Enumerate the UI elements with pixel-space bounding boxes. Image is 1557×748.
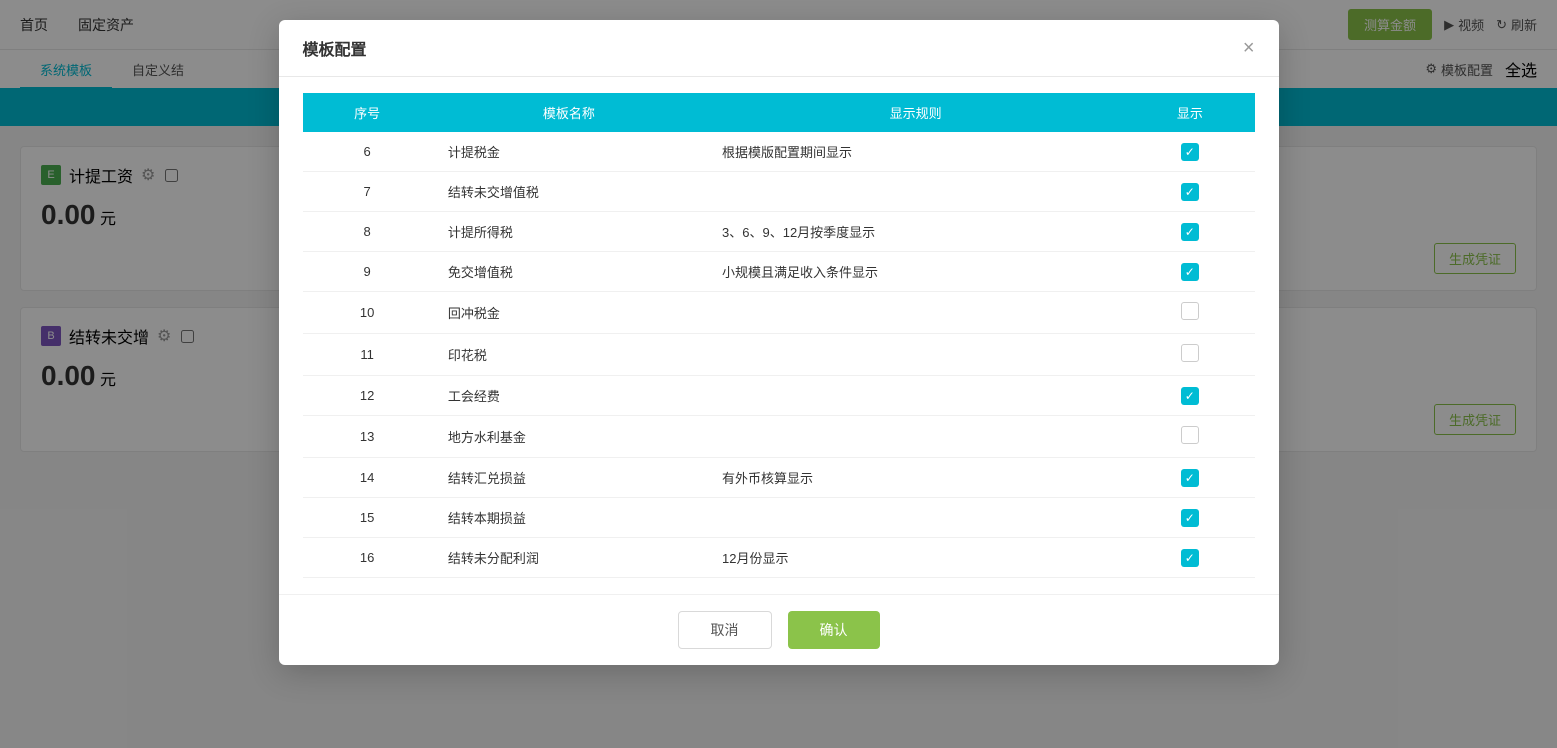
- checkbox-checked[interactable]: ✓: [1181, 223, 1199, 241]
- cell-rule: [706, 292, 1125, 334]
- modal-table-head: 序号 模板名称 显示规则 显示: [303, 93, 1255, 132]
- cell-index: 12: [303, 376, 432, 416]
- checkbox-checked[interactable]: ✓: [1181, 549, 1199, 567]
- cell-display[interactable]: ✓: [1125, 212, 1254, 252]
- cell-rule: 根据模版配置期间显示: [706, 132, 1125, 172]
- table-row: 12工会经费 ✓: [303, 376, 1255, 416]
- cell-name: 地方水利基金: [432, 416, 706, 458]
- modal-footer: 取消 确认: [279, 594, 1279, 665]
- cell-display[interactable]: [1125, 292, 1254, 334]
- modal-overlay: 模板配置 × 序号 模板名称 显示规则 显示 6计提税金根据模版配置期间显示✓7…: [0, 0, 1557, 748]
- modal-template-config: 模板配置 × 序号 模板名称 显示规则 显示 6计提税金根据模版配置期间显示✓7…: [279, 20, 1279, 665]
- cell-name: 回冲税金: [432, 292, 706, 334]
- table-row: 13地方水利基金: [303, 416, 1255, 458]
- cell-name: 计提所得税: [432, 212, 706, 252]
- cell-rule: [706, 334, 1125, 376]
- checkbox-checked[interactable]: ✓: [1181, 387, 1199, 405]
- checkbox-checked[interactable]: ✓: [1181, 469, 1199, 487]
- modal-body: 序号 模板名称 显示规则 显示 6计提税金根据模版配置期间显示✓7结转未交增值税…: [279, 77, 1279, 594]
- checkbox-unchecked[interactable]: [1181, 302, 1199, 320]
- modal-table-header-row: 序号 模板名称 显示规则 显示: [303, 93, 1255, 132]
- cancel-button[interactable]: 取消: [678, 611, 772, 649]
- cell-rule: [706, 416, 1125, 458]
- table-row: 14结转汇兑损益有外币核算显示 ✓: [303, 458, 1255, 498]
- cell-rule: [706, 172, 1125, 212]
- checkbox-checked[interactable]: ✓: [1181, 143, 1199, 161]
- table-row: 9免交增值税小规模且满足收入条件显示 ✓: [303, 252, 1255, 292]
- cell-rule: 3、6、9、12月按季度显示: [706, 212, 1125, 252]
- cell-index: 8: [303, 212, 432, 252]
- cell-index: 7: [303, 172, 432, 212]
- cell-display[interactable]: [1125, 416, 1254, 458]
- checkbox-unchecked[interactable]: [1181, 344, 1199, 362]
- col-rule: 显示规则: [706, 93, 1125, 132]
- checkbox-checked[interactable]: ✓: [1181, 509, 1199, 527]
- modal-close-button[interactable]: ×: [1243, 38, 1255, 58]
- table-row: 11印花税: [303, 334, 1255, 376]
- table-row: 6计提税金根据模版配置期间显示 ✓: [303, 132, 1255, 172]
- cell-display[interactable]: ✓: [1125, 376, 1254, 416]
- modal-title: 模板配置: [303, 36, 367, 60]
- cell-rule: [706, 498, 1125, 538]
- cell-name: 工会经费: [432, 376, 706, 416]
- cell-display[interactable]: [1125, 334, 1254, 376]
- modal-scroll-area[interactable]: 序号 模板名称 显示规则 显示 6计提税金根据模版配置期间显示✓7结转未交增值税…: [303, 93, 1255, 578]
- cell-display[interactable]: ✓: [1125, 538, 1254, 578]
- checkbox-unchecked[interactable]: [1181, 426, 1199, 444]
- modal-table-body: 6计提税金根据模版配置期间显示✓7结转未交增值税✓8计提所得税3、6、9、12月…: [303, 132, 1255, 578]
- cell-name: 结转汇兑损益: [432, 458, 706, 498]
- cell-display[interactable]: ✓: [1125, 252, 1254, 292]
- cell-index: 11: [303, 334, 432, 376]
- table-row: 10回冲税金: [303, 292, 1255, 334]
- cell-display[interactable]: ✓: [1125, 172, 1254, 212]
- modal-table: 序号 模板名称 显示规则 显示 6计提税金根据模版配置期间显示✓7结转未交增值税…: [303, 93, 1255, 578]
- cell-name: 印花税: [432, 334, 706, 376]
- cell-index: 13: [303, 416, 432, 458]
- cell-name: 计提税金: [432, 132, 706, 172]
- cell-name: 结转未分配利润: [432, 538, 706, 578]
- checkbox-checked[interactable]: ✓: [1181, 183, 1199, 201]
- cell-rule: 12月份显示: [706, 538, 1125, 578]
- cell-name: 免交增值税: [432, 252, 706, 292]
- cell-display[interactable]: ✓: [1125, 498, 1254, 538]
- cell-index: 16: [303, 538, 432, 578]
- cell-name: 结转未交增值税: [432, 172, 706, 212]
- cell-index: 14: [303, 458, 432, 498]
- cell-display[interactable]: ✓: [1125, 458, 1254, 498]
- modal-header: 模板配置 ×: [279, 20, 1279, 77]
- cell-name: 结转本期损益: [432, 498, 706, 538]
- table-row: 8计提所得税3、6、9、12月按季度显示 ✓: [303, 212, 1255, 252]
- cell-rule: 小规模且满足收入条件显示: [706, 252, 1125, 292]
- cell-display[interactable]: ✓: [1125, 132, 1254, 172]
- table-row: 16结转未分配利润12月份显示 ✓: [303, 538, 1255, 578]
- col-index: 序号: [303, 93, 432, 132]
- checkbox-checked[interactable]: ✓: [1181, 263, 1199, 281]
- col-name: 模板名称: [432, 93, 706, 132]
- cell-index: 15: [303, 498, 432, 538]
- cell-index: 6: [303, 132, 432, 172]
- table-row: 7结转未交增值税 ✓: [303, 172, 1255, 212]
- cell-index: 10: [303, 292, 432, 334]
- col-display: 显示: [1125, 93, 1254, 132]
- cell-rule: 有外币核算显示: [706, 458, 1125, 498]
- confirm-button[interactable]: 确认: [788, 611, 880, 649]
- cell-index: 9: [303, 252, 432, 292]
- cell-rule: [706, 376, 1125, 416]
- table-row: 15结转本期损益 ✓: [303, 498, 1255, 538]
